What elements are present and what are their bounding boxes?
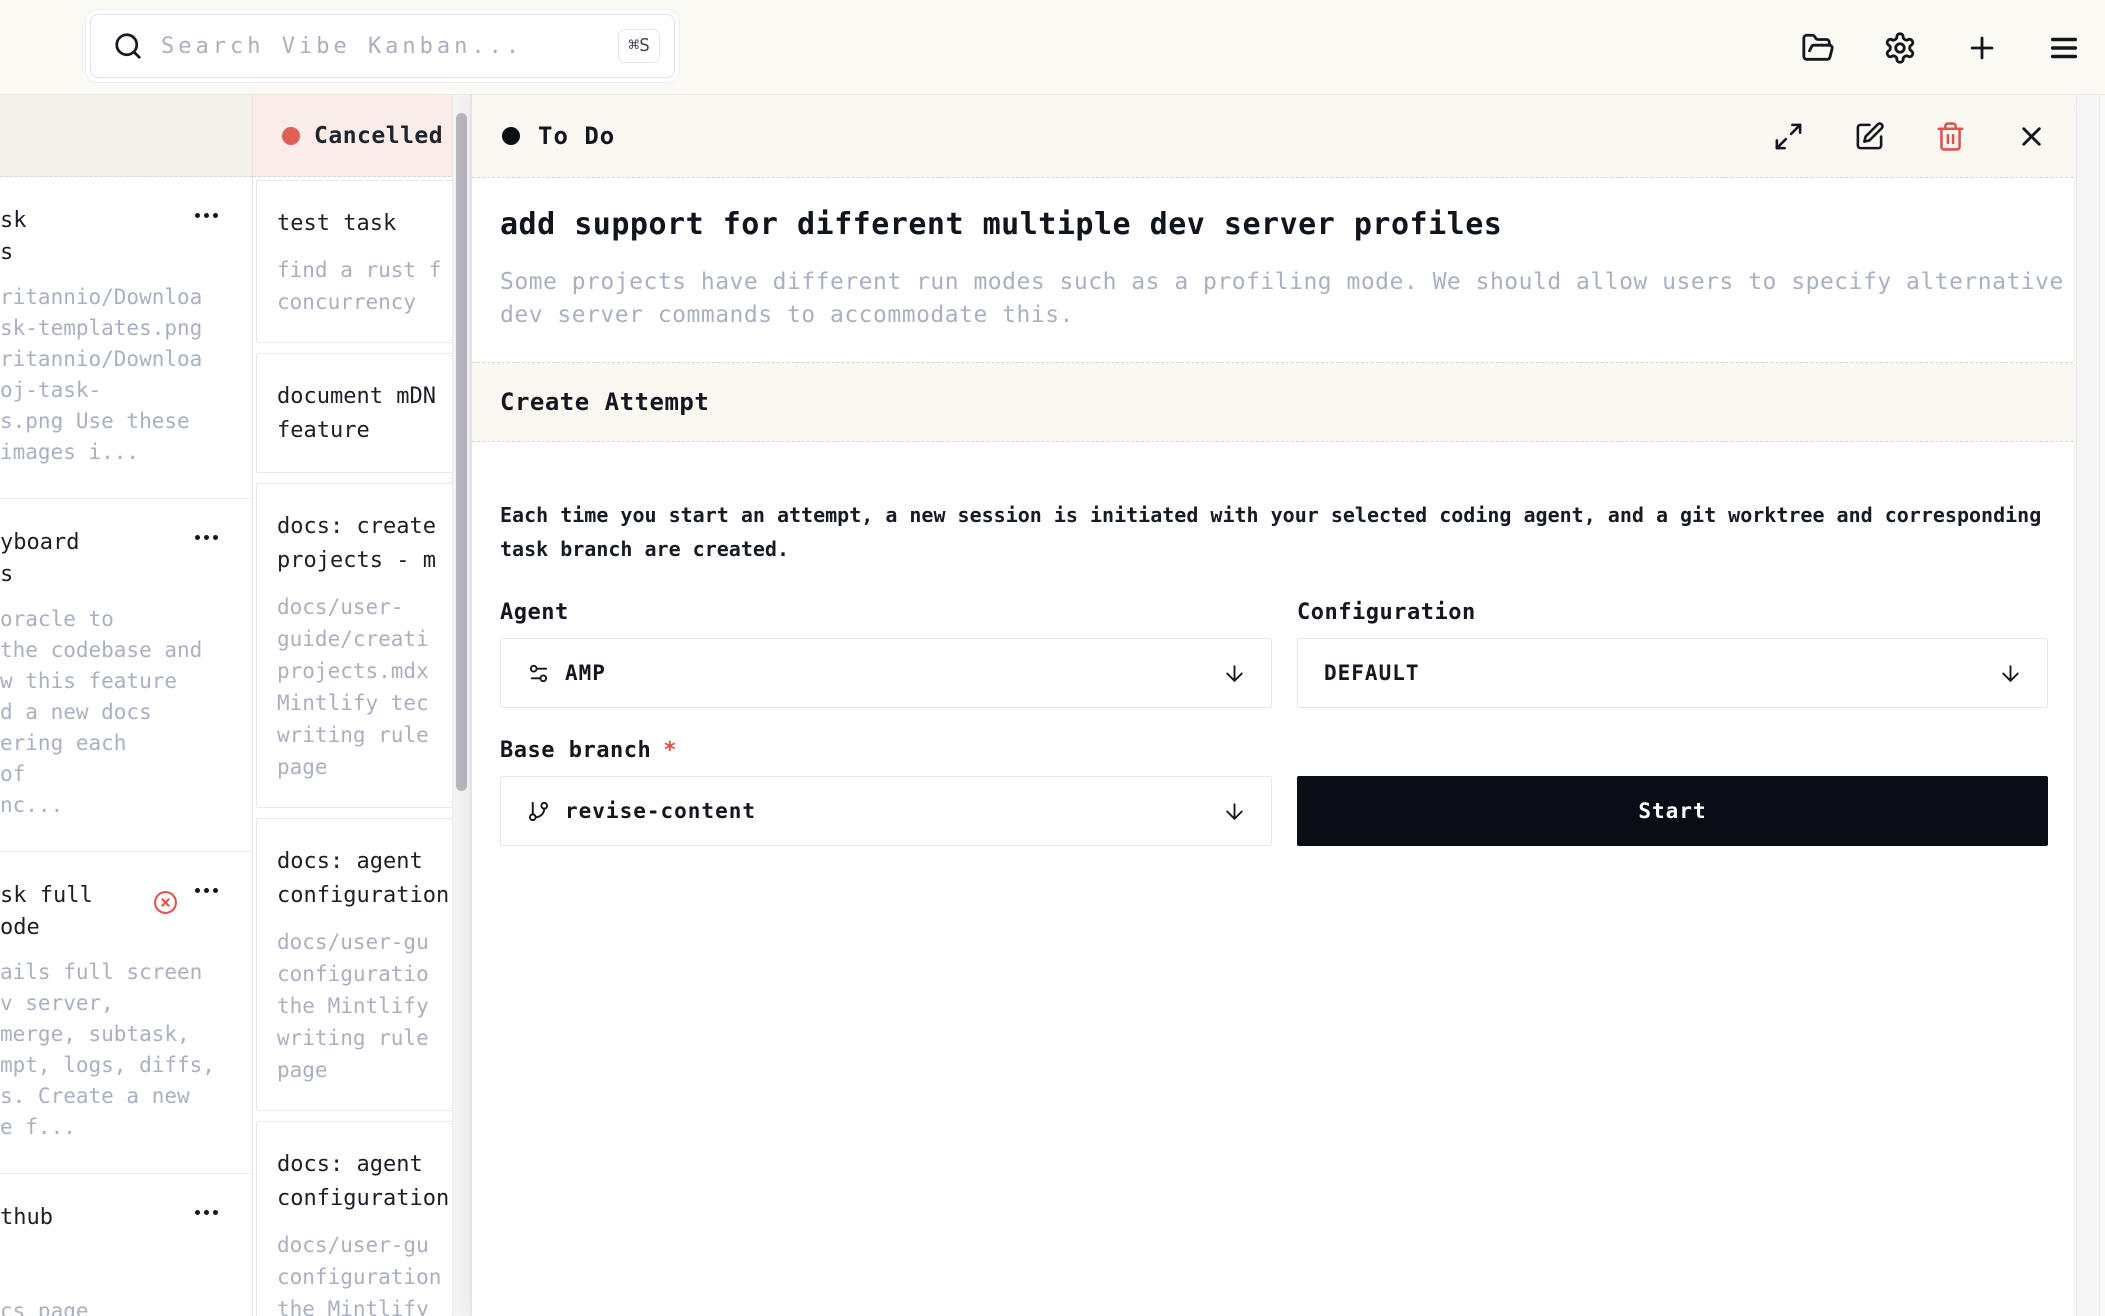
card-description: oracle to the codebase and w this featur… — [0, 607, 203, 817]
required-asterisk: * — [663, 738, 677, 763]
card-title: document mDN feature — [277, 384, 436, 443]
topbar-actions — [1801, 0, 2081, 95]
plus-icon — [1965, 31, 1999, 65]
base-branch-field: Base branch * revise-content — [500, 738, 1272, 846]
task-title: add support for different multiple dev s… — [500, 207, 1503, 242]
task-card[interactable]: yboard s oracle to the codebase and w th… — [0, 499, 252, 852]
close-icon — [2016, 121, 2047, 152]
column-header-left — [0, 95, 252, 177]
cancelled-status-dot — [282, 126, 300, 145]
create-attempt-section-header: Create Attempt — [472, 362, 2073, 442]
column-label: Cancelled — [314, 122, 444, 149]
delete-task-button[interactable] — [1935, 121, 1966, 152]
task-description: Some projects have different run modes s… — [500, 269, 2064, 328]
agent-sliders-icon — [527, 662, 550, 685]
menu-icon — [2047, 31, 2081, 65]
scrollbar-thumb[interactable] — [456, 113, 467, 791]
menu-button[interactable] — [2047, 31, 2081, 65]
attempt-info-text: Each time you start an attempt, a new se… — [500, 503, 2042, 561]
search-input[interactable] — [161, 33, 619, 59]
configuration-select[interactable]: DEFAULT — [1297, 638, 2048, 708]
task-card[interactable]: docs: agent configuration docs/user-gu c… — [256, 818, 471, 1111]
card-description: docs/user- guide/creati projects.mdx Min… — [277, 595, 429, 779]
task-detail-panel: To Do add support for different multiple… — [471, 95, 2073, 1316]
panel-actions — [1773, 121, 2047, 152]
search-icon — [113, 31, 143, 61]
base-branch-label: Base branch * — [500, 738, 677, 763]
card-menu-icon[interactable] — [195, 535, 218, 540]
base-branch-value: revise-content — [565, 799, 757, 823]
card-menu-icon[interactable] — [195, 213, 218, 218]
expand-button[interactable] — [1773, 121, 1804, 152]
card-description: cs page — [0, 1299, 89, 1316]
task-card[interactable]: docs: agent configuration docs/user-gu c… — [256, 1121, 471, 1316]
arrow-down-icon — [1222, 661, 1247, 686]
task-card[interactable]: docs: create projects - m docs/user- gui… — [256, 483, 471, 808]
task-status-label: To Do — [538, 122, 616, 150]
open-folder-button[interactable] — [1801, 31, 1835, 65]
topbar: ⌘S — [0, 0, 2105, 95]
card-menu-icon[interactable] — [195, 888, 218, 893]
arrow-down-icon — [1222, 799, 1247, 824]
card-description: ritannio/Downloa sk-templates.png ritann… — [0, 285, 203, 464]
configuration-value: DEFAULT — [1324, 661, 1420, 685]
cancelled-circle-x-icon — [153, 890, 178, 915]
open-folder-icon — [1801, 31, 1835, 65]
card-title: docs: create projects - m — [277, 514, 436, 573]
settings-button[interactable] — [1883, 31, 1917, 65]
configuration-field: Configuration DEFAULT — [1297, 600, 2048, 708]
start-attempt-button[interactable]: Start — [1297, 776, 2048, 846]
card-title: test task — [277, 211, 397, 236]
card-menu-icon[interactable] — [195, 1210, 218, 1215]
close-panel-button[interactable] — [2016, 121, 2047, 152]
panel-scrollbar-track[interactable] — [2076, 95, 2100, 1316]
edit-pencil-icon — [1854, 121, 1885, 152]
column-header-cancelled: Cancelled — [253, 95, 471, 177]
agent-field: Agent AMP — [500, 600, 1272, 708]
expand-icon — [1773, 121, 1804, 152]
settings-gear-icon — [1883, 31, 1917, 65]
kanban-column-cancelled: Cancelled test task find a rust f concur… — [253, 95, 471, 1316]
arrow-down-icon — [1998, 661, 2023, 686]
agent-value: AMP — [565, 661, 606, 685]
agent-label: Agent — [500, 600, 569, 625]
task-card[interactable]: thub cs page — [0, 1174, 252, 1316]
search-shortcut-badge: ⌘S — [618, 29, 660, 63]
base-branch-select[interactable]: revise-content — [500, 776, 1272, 846]
column-scrollbar[interactable] — [452, 95, 471, 1316]
search-box[interactable]: ⌘S — [90, 14, 675, 78]
kanban-column-left: sk s ritannio/Downloa sk-templates.png r… — [0, 95, 253, 1316]
agent-select[interactable]: AMP — [500, 638, 1272, 708]
git-branch-icon — [527, 800, 550, 823]
card-title: docs: agent configuration — [277, 1152, 450, 1211]
card-title: thub — [0, 1205, 53, 1230]
add-task-button[interactable] — [1965, 31, 1999, 65]
task-card[interactable]: sk full ode ails full screen v server, m… — [0, 852, 252, 1174]
card-title: docs: agent configuration — [277, 849, 450, 908]
card-description: find a rust f concurrency — [277, 258, 442, 314]
attempt-form-row-2: Base branch * revise-content Start — [500, 738, 2048, 846]
task-card[interactable]: document mDN feature — [256, 353, 471, 473]
task-card[interactable]: sk s ritannio/Downloa sk-templates.png r… — [0, 177, 252, 499]
panel-header: To Do — [472, 95, 2073, 178]
create-attempt-heading: Create Attempt — [500, 388, 710, 416]
card-description: ails full screen v server, merge, subtas… — [0, 960, 215, 1139]
panel-body: add support for different multiple dev s… — [472, 206, 2073, 846]
edit-task-button[interactable] — [1854, 121, 1885, 152]
task-card[interactable]: test task find a rust f concurrency — [256, 180, 471, 343]
configuration-label: Configuration — [1297, 600, 1476, 625]
trash-icon — [1935, 121, 1966, 152]
card-description: docs/user-gu configuration the Mintlify … — [277, 1233, 442, 1316]
attempt-form-row-1: Agent AMP Configuration DEFAULT — [500, 600, 2048, 708]
todo-status-dot — [502, 127, 520, 145]
card-description: docs/user-gu configuratio the Mintlify w… — [277, 930, 429, 1082]
